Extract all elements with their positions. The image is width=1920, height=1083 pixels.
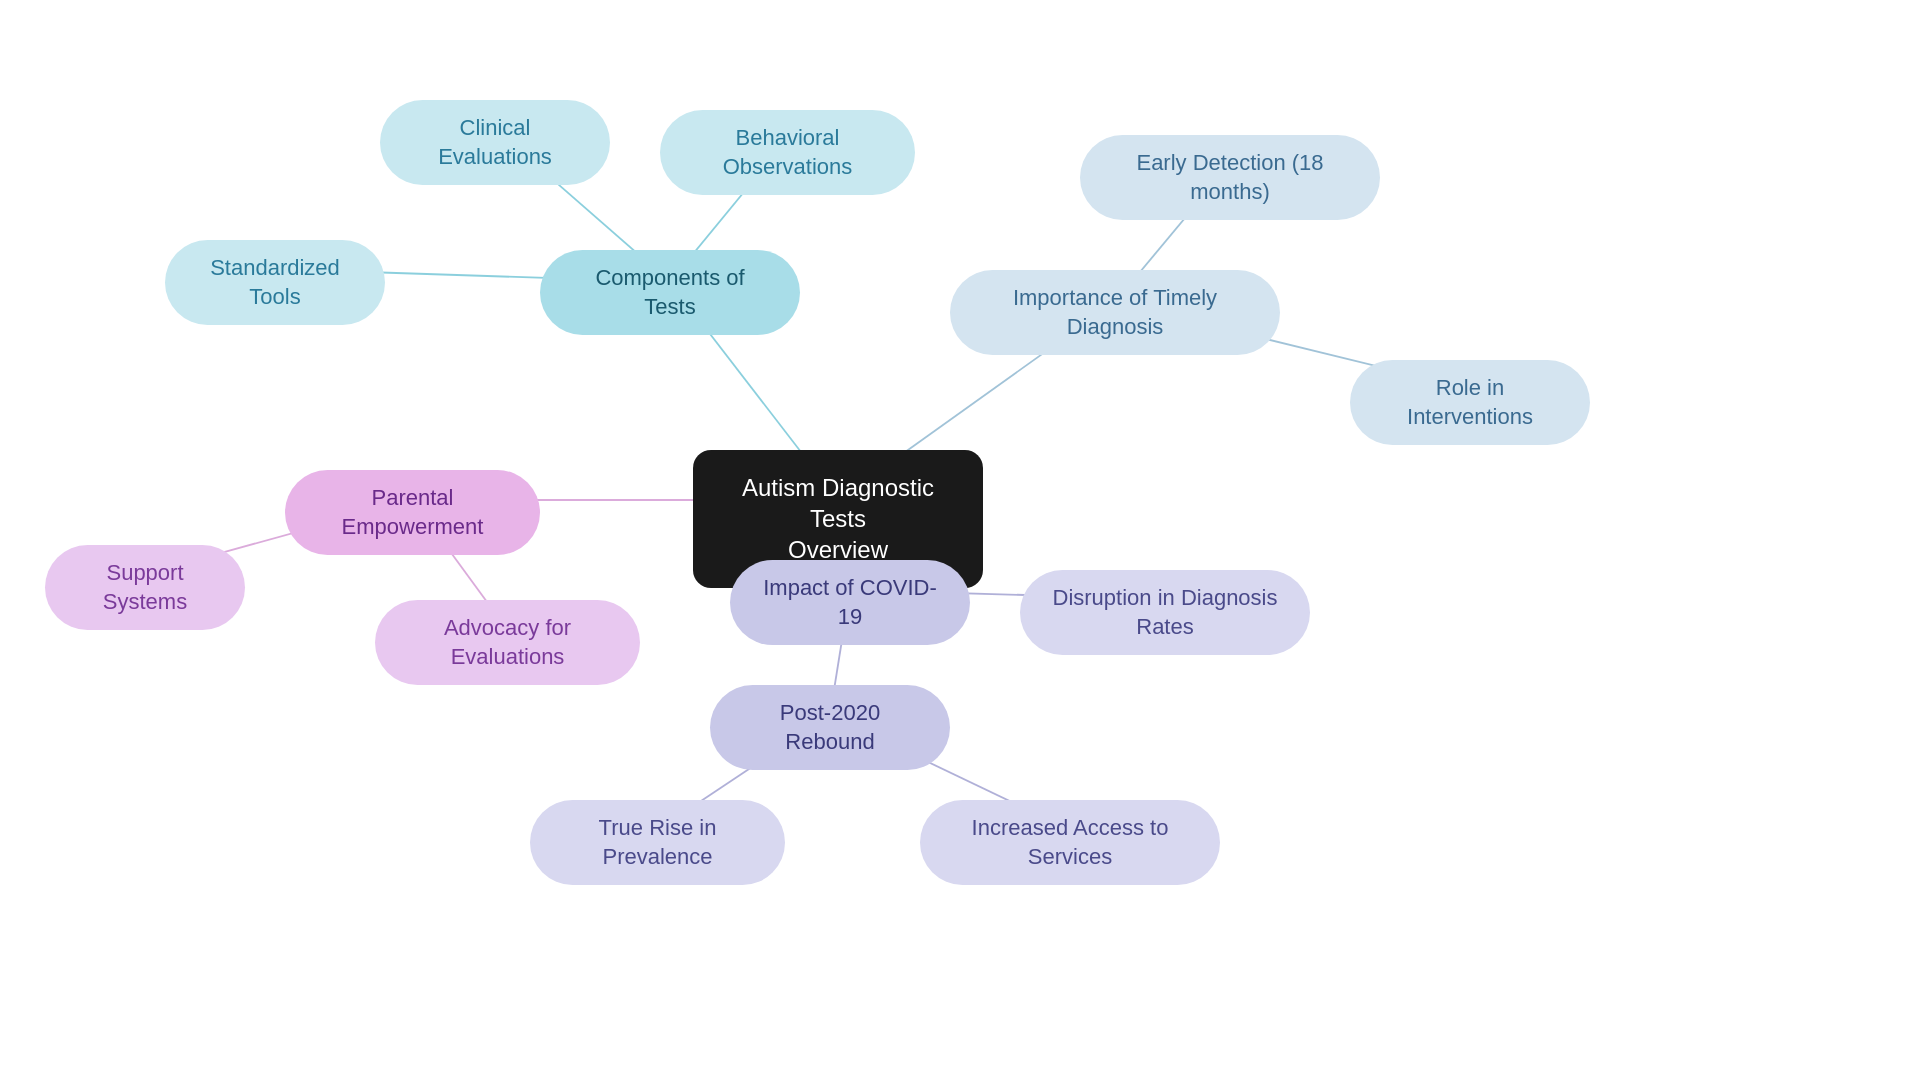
node-disruption-diagnosis[interactable]: Disruption in Diagnosis Rates <box>1020 570 1310 655</box>
components-label: Components of Tests <box>568 264 772 321</box>
access-label: Increased Access to Services <box>948 814 1192 871</box>
node-behavioral-observations[interactable]: Behavioral Observations <box>660 110 915 195</box>
true-rise-label: True Rise in Prevalence <box>558 814 757 871</box>
node-parental-empowerment[interactable]: Parental Empowerment <box>285 470 540 555</box>
advocacy-label: Advocacy for Evaluations <box>403 614 612 671</box>
node-advocacy-evaluations[interactable]: Advocacy for Evaluations <box>375 600 640 685</box>
node-increased-access[interactable]: Increased Access to Services <box>920 800 1220 885</box>
node-role-in-interventions[interactable]: Role in Interventions <box>1350 360 1590 445</box>
disruption-label: Disruption in Diagnosis Rates <box>1048 584 1282 641</box>
node-importance-timely-diagnosis[interactable]: Importance of Timely Diagnosis <box>950 270 1280 355</box>
early-detection-label: Early Detection (18 months) <box>1108 149 1352 206</box>
role-label: Role in Interventions <box>1378 374 1562 431</box>
parental-label: Parental Empowerment <box>313 484 512 541</box>
node-early-detection[interactable]: Early Detection (18 months) <box>1080 135 1380 220</box>
node-clinical-evaluations[interactable]: Clinical Evaluations <box>380 100 610 185</box>
covid-label: Impact of COVID-19 <box>758 574 942 631</box>
support-label: Support Systems <box>73 559 217 616</box>
importance-label: Importance of Timely Diagnosis <box>978 284 1252 341</box>
node-true-rise-prevalence[interactable]: True Rise in Prevalence <box>530 800 785 885</box>
behavioral-label: Behavioral Observations <box>688 124 887 181</box>
rebound-label: Post-2020 Rebound <box>738 699 922 756</box>
node-support-systems[interactable]: Support Systems <box>45 545 245 630</box>
node-impact-covid[interactable]: Impact of COVID-19 <box>730 560 970 645</box>
standardized-label: Standardized Tools <box>193 254 357 311</box>
center-label: Autism Diagnostic Tests Overview <box>731 472 945 566</box>
node-post-2020-rebound[interactable]: Post-2020 Rebound <box>710 685 950 770</box>
node-standardized-tools[interactable]: Standardized Tools <box>165 240 385 325</box>
clinical-label: Clinical Evaluations <box>408 114 582 171</box>
node-components-of-tests[interactable]: Components of Tests <box>540 250 800 335</box>
